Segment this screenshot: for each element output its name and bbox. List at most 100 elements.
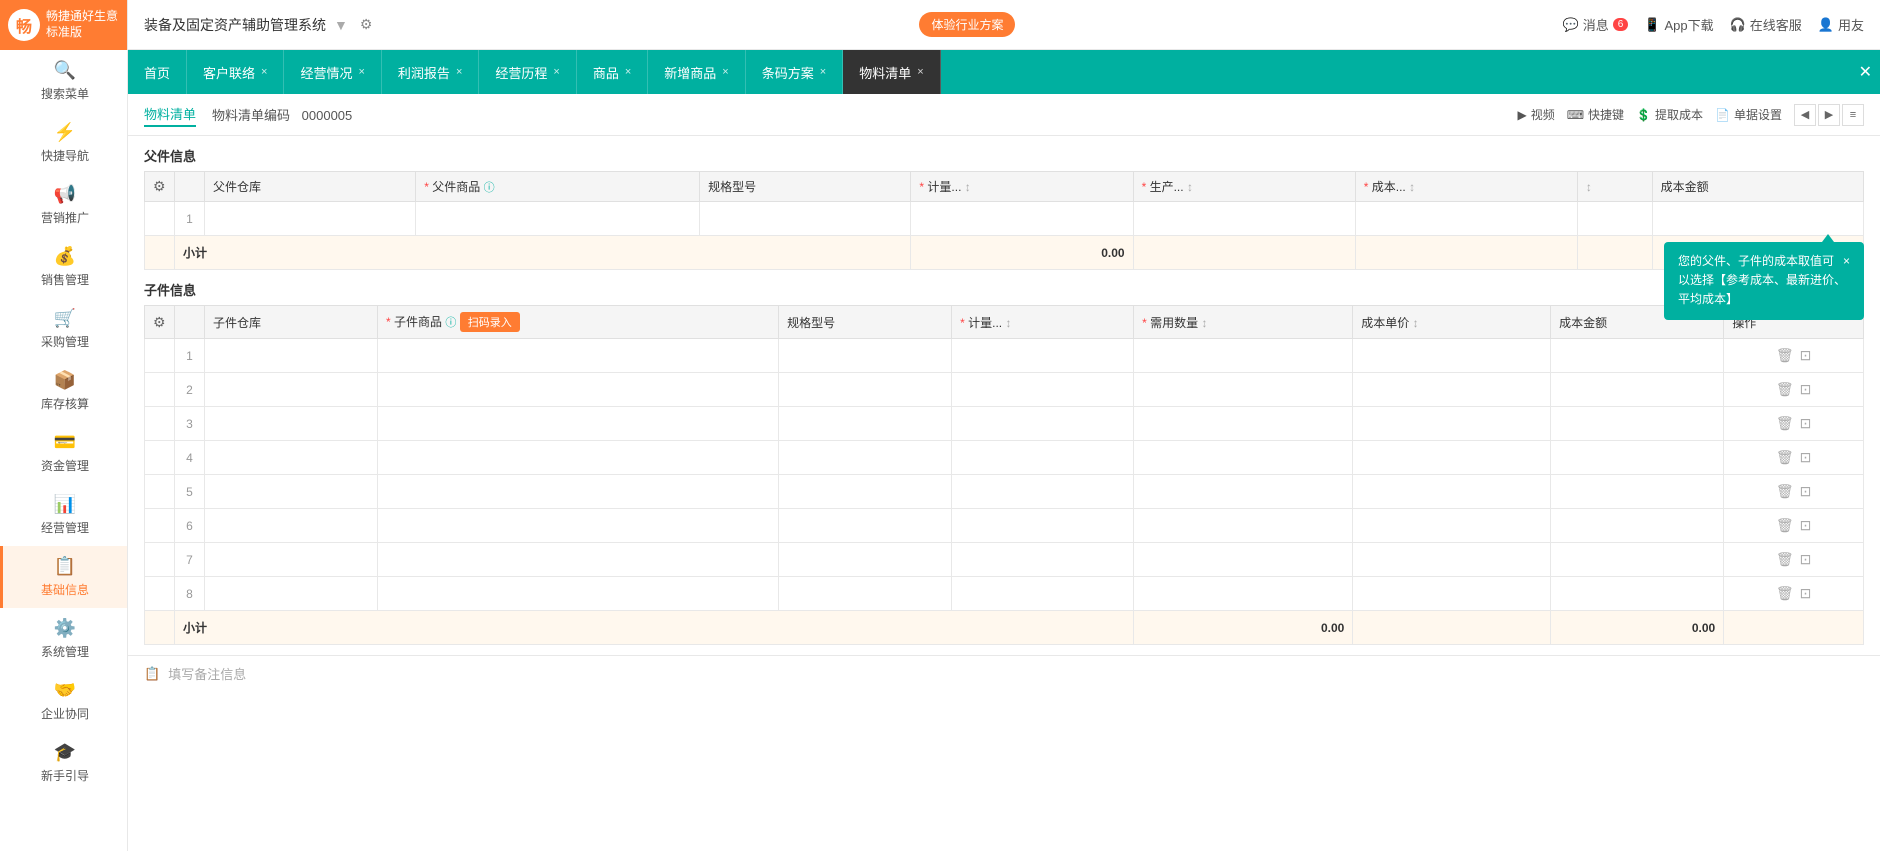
tab-close-customer[interactable]: × <box>261 66 267 78</box>
child-row4-num: 4 <box>175 441 205 475</box>
sidebar-item-operation[interactable]: 📊 经营管理 <box>0 484 127 546</box>
parent-col-product: * 父件商品 ⓘ <box>416 172 700 202</box>
child-qty-sort[interactable]: ↕ <box>1006 316 1012 330</box>
parent-row-product[interactable] <box>416 202 700 236</box>
parent-cost-sort[interactable]: ↕ <box>1409 180 1415 194</box>
sidebar-item-system[interactable]: ⚙️ 系统管理 <box>0 608 127 670</box>
tab-close-bom[interactable]: × <box>917 66 923 78</box>
parent-row-warehouse[interactable] <box>205 202 416 236</box>
scan-button[interactable]: 扫码录入 <box>460 312 520 332</box>
tab-close-op[interactable]: × <box>358 66 364 78</box>
list-view-btn[interactable]: ≡ <box>1842 104 1864 126</box>
content-area: 物料清单 物料清单编码 0000005 ▶ 视频 ⌨ 快捷键 💲 提取成本 <box>128 94 1880 851</box>
note-label[interactable]: 填写备注信息 <box>168 664 246 683</box>
child-needed-sort[interactable]: ↕ <box>1201 316 1207 330</box>
tab-home[interactable]: 首页 <box>128 50 187 94</box>
child-row1-spec[interactable] <box>779 339 952 373</box>
copy-icon-7[interactable]: ⊡ <box>1800 551 1812 568</box>
copy-icon-4[interactable]: ⊡ <box>1800 449 1812 466</box>
sidebar-item-enterprise[interactable]: 🤝 企业协同 <box>0 670 127 732</box>
shortcut-button[interactable]: ⌨ 快捷键 <box>1567 106 1624 123</box>
sub-tab-bom-list[interactable]: 物料清单 <box>144 102 196 127</box>
finance-icon: 💳 <box>54 432 76 453</box>
delete-icon-4[interactable]: 🗑 <box>1776 449 1794 466</box>
tab-close-history[interactable]: × <box>553 66 559 78</box>
child-product-info-icon[interactable]: ⓘ <box>445 317 456 329</box>
child-row1-warehouse[interactable] <box>205 339 378 373</box>
copy-icon-8[interactable]: ⊡ <box>1800 585 1812 602</box>
logo-text: 畅捷通好生意 标准版 <box>46 9 118 40</box>
single-settings-button[interactable]: 📄 单据设置 <box>1715 106 1782 123</box>
parent-row-quantity[interactable] <box>911 202 1133 236</box>
child-unit-sort[interactable]: ↕ <box>1413 316 1419 330</box>
parent-subtotal-qty: 0.00 <box>911 236 1133 270</box>
sidebar-item-finance[interactable]: 💳 资金管理 <box>0 422 127 484</box>
copy-icon-6[interactable]: ⊡ <box>1800 517 1812 534</box>
parent-product-info-icon[interactable]: ⓘ <box>484 182 495 194</box>
parent-table-header: ⚙ 父件仓库 * 父件商品 ⓘ 规格型号 <box>145 172 1864 202</box>
parent-gear-icon[interactable]: ⚙ <box>153 178 166 194</box>
message-button[interactable]: 💬 消息 6 <box>1563 15 1629 34</box>
next-arrow[interactable]: ▶ <box>1818 104 1840 126</box>
sidebar-item-marketing[interactable]: 📢 营销推广 <box>0 174 127 236</box>
tab-close-new-product[interactable]: × <box>722 66 728 78</box>
delete-icon-7[interactable]: 🗑 <box>1776 551 1794 568</box>
sidebar-item-inventory[interactable]: 📦 库存核算 <box>0 360 127 422</box>
delete-icon-6[interactable]: 🗑 <box>1776 517 1794 534</box>
tab-profit[interactable]: 利润报告 × <box>382 50 479 94</box>
parent-row-production[interactable] <box>1133 202 1355 236</box>
delete-icon-3[interactable]: 🗑 <box>1776 415 1794 432</box>
sidebar-item-quick-nav[interactable]: ⚡ 快捷导航 <box>0 112 127 174</box>
tab-barcode[interactable]: 条码方案 × <box>746 50 843 94</box>
tooltip-close-button[interactable]: × <box>1843 252 1850 271</box>
copy-icon-5[interactable]: ⊡ <box>1800 483 1812 500</box>
cost-icon: 💲 <box>1636 108 1651 122</box>
sidebar-item-purchase[interactable]: 🛒 采购管理 <box>0 298 127 360</box>
view-video-button[interactable]: ▶ 视频 <box>1517 106 1554 123</box>
close-all-icon[interactable]: ✕ <box>1859 62 1872 82</box>
tab-close-profit[interactable]: × <box>456 66 462 78</box>
app-download-button[interactable]: 📱 App下载 <box>1644 15 1713 34</box>
tab-customer[interactable]: 客户联络 × <box>187 50 284 94</box>
copy-icon-3[interactable]: ⊡ <box>1800 415 1812 432</box>
note-icon: 📋 <box>144 666 160 682</box>
tab-operation-status[interactable]: 经营情况 × <box>284 50 381 94</box>
tab-product[interactable]: 商品 × <box>577 50 648 94</box>
online-service-button[interactable]: 🎧 在线客服 <box>1730 15 1802 34</box>
parent-row-spec[interactable] <box>700 202 911 236</box>
parent-row-cost[interactable] <box>1355 202 1577 236</box>
child-row1-qty[interactable] <box>952 339 1134 373</box>
child-gear-icon[interactable]: ⚙ <box>153 314 166 330</box>
delete-icon-5[interactable]: 🗑 <box>1776 483 1794 500</box>
user-button[interactable]: 👤 用友 <box>1818 15 1864 34</box>
child-table-row: 2 🗑⊡ <box>145 373 1864 407</box>
child-col-qty-unit: * 计量... ↕ <box>952 306 1134 339</box>
dropdown-icon[interactable]: ▼ <box>334 17 348 33</box>
tab-close-barcode[interactable]: × <box>820 66 826 78</box>
child-row1-unit-cost[interactable] <box>1353 339 1551 373</box>
tab-new-product[interactable]: 新增商品 × <box>648 50 745 94</box>
extract-cost-button[interactable]: 💲 提取成本 <box>1636 106 1703 123</box>
parent-prod-sort[interactable]: ↕ <box>1187 180 1193 194</box>
tab-close-product[interactable]: × <box>625 66 631 78</box>
copy-icon-2[interactable]: ⊡ <box>1800 381 1812 398</box>
copy-icon-1[interactable]: ⊡ <box>1800 347 1812 364</box>
parent-qty-sort[interactable]: ↕ <box>965 180 971 194</box>
delete-icon-8[interactable]: 🗑 <box>1776 585 1794 602</box>
header-right: 💬 消息 6 📱 App下载 🎧 在线客服 👤 用友 <box>1563 15 1865 34</box>
parent-extra-sort[interactable]: ↕ <box>1586 180 1592 194</box>
prev-arrow[interactable]: ◀ <box>1794 104 1816 126</box>
sidebar-item-guide[interactable]: 🎓 新手引导 <box>0 732 127 794</box>
trial-button[interactable]: 体验行业方案 <box>919 12 1015 37</box>
child-row1-needed[interactable] <box>1134 339 1353 373</box>
sidebar-item-basic-info[interactable]: 📋 基础信息 <box>0 546 127 608</box>
settings-icon[interactable]: ⚙ <box>360 16 373 33</box>
delete-icon-2[interactable]: 🗑 <box>1776 381 1794 398</box>
delete-icon-1[interactable]: 🗑 <box>1776 347 1794 364</box>
sidebar-item-search[interactable]: 🔍 搜索菜单 <box>0 50 127 112</box>
tab-bom[interactable]: 物料清单 × <box>843 50 940 94</box>
parent-col-cost: * 成本... ↕ <box>1355 172 1577 202</box>
sidebar-item-sales[interactable]: 💰 销售管理 <box>0 236 127 298</box>
child-row1-product[interactable] <box>378 339 779 373</box>
tab-history[interactable]: 经营历程 × <box>479 50 576 94</box>
